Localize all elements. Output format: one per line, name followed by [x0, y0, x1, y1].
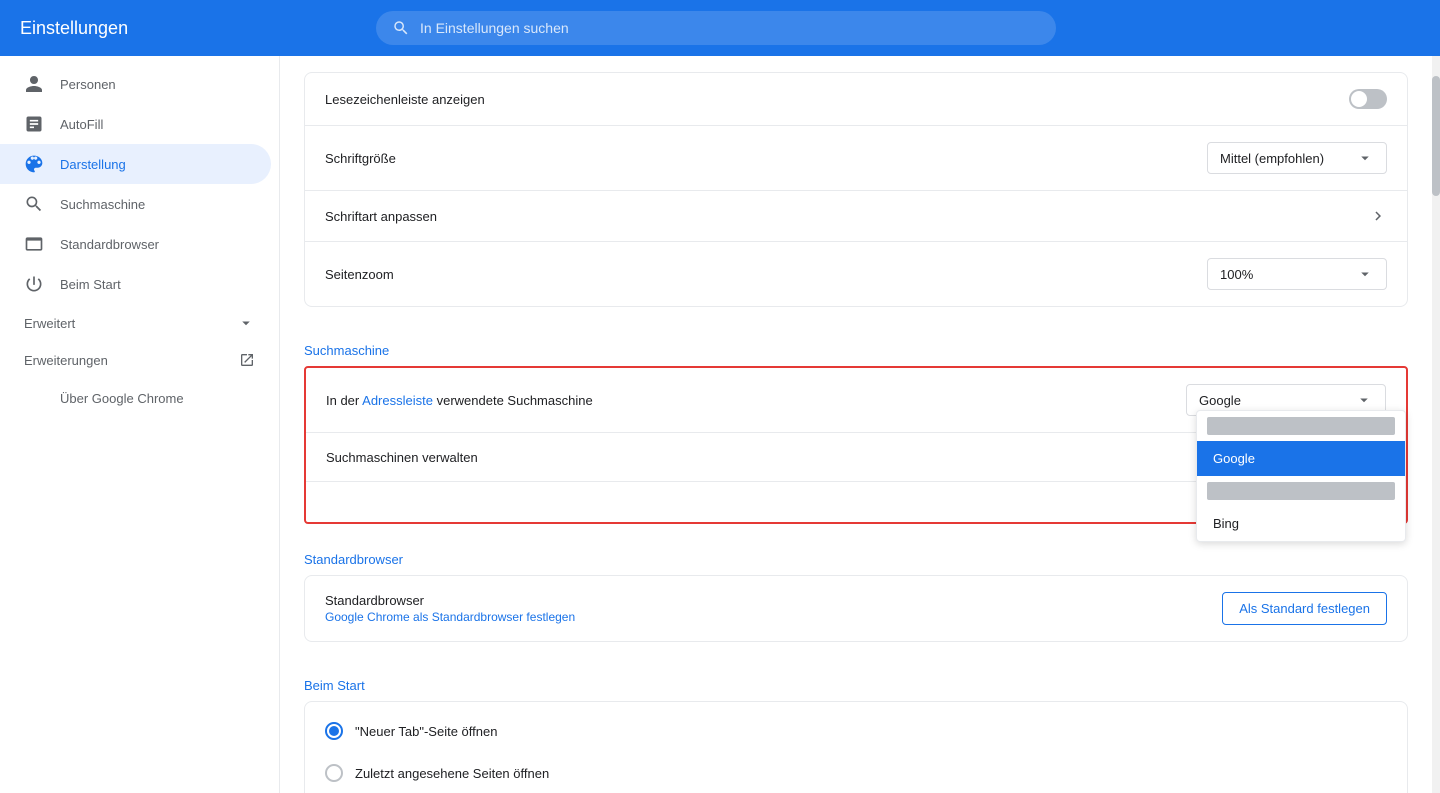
radio-neuer-tab[interactable]	[325, 722, 343, 740]
sidebar-label-beim-start: Beim Start	[60, 277, 121, 292]
seitenzoom-select[interactable]: 100%	[1207, 258, 1387, 290]
sidebar-label-uber: Über Google Chrome	[60, 391, 184, 406]
sidebar-item-erweiterungen[interactable]: Erweiterungen	[0, 342, 279, 378]
beim-start-card: "Neuer Tab"-Seite öffnen Zuletzt angeseh…	[304, 701, 1408, 793]
beim-start-option-1[interactable]: "Neuer Tab"-Seite öffnen	[305, 710, 1407, 752]
schriftart-label: Schriftart anpassen	[325, 209, 437, 224]
sidebar-label-personen: Personen	[60, 77, 116, 92]
search-icon	[392, 19, 410, 37]
suchmaschine-heading: Suchmaschine	[280, 323, 1432, 366]
radio-label-zuletzt: Zuletzt angesehene Seiten öffnen	[355, 766, 549, 781]
sidebar-item-personen[interactable]: Personen	[0, 64, 271, 104]
search-engine-box: In der Adressleiste verwendete Suchmasch…	[304, 366, 1408, 524]
radio-zuletzt[interactable]	[325, 764, 343, 782]
beim-start-option-2[interactable]: Zuletzt angesehene Seiten öffnen	[305, 752, 1407, 793]
sidebar-label-autofill: AutoFill	[60, 117, 103, 132]
dropdown-grey-item-1	[1207, 417, 1395, 435]
standard-title: Standardbrowser	[325, 593, 575, 608]
sidebar-label-erweiterungen: Erweiterungen	[24, 353, 108, 368]
seitenzoom-label: Seitenzoom	[325, 267, 394, 282]
standardbrowser-card: Standardbrowser Google Chrome als Standa…	[304, 575, 1408, 642]
lesezeichen-row: Lesezeichenleiste anzeigen	[305, 73, 1407, 126]
als-standard-button[interactable]: Als Standard festlegen	[1222, 592, 1387, 625]
radio-label-neuer-tab: "Neuer Tab"-Seite öffnen	[355, 724, 497, 739]
external-link-icon	[239, 352, 255, 368]
palette-icon	[24, 154, 44, 174]
chevron-right-icon	[1369, 207, 1387, 225]
person-icon	[24, 74, 44, 94]
verwalten-label: Suchmaschinen verwalten	[326, 450, 478, 465]
content-area: Lesezeichenleiste anzeigen Schriftgröße …	[280, 56, 1432, 793]
adressleiste-label: In der Adressleiste verwendete Suchmasch…	[326, 393, 593, 408]
sidebar-label-standardbrowser: Standardbrowser	[60, 237, 159, 252]
browser-icon	[24, 234, 44, 254]
sidebar-label-darstellung: Darstellung	[60, 157, 126, 172]
main-layout: Personen AutoFill Darstellung Suchmaschi…	[0, 56, 1440, 793]
schriftgroesse-select[interactable]: Mittel (empfohlen)	[1207, 142, 1387, 174]
autofill-icon	[24, 114, 44, 134]
suchmaschine-value: Google	[1199, 393, 1241, 408]
sidebar-item-standardbrowser[interactable]: Standardbrowser	[0, 224, 271, 264]
schriftgroesse-label: Schriftgröße	[325, 151, 396, 166]
chevron-down-icon	[1356, 149, 1374, 167]
dropdown-grey-item-2	[1207, 482, 1395, 500]
chevron-down-icon	[237, 314, 255, 332]
appearance-card: Lesezeichenleiste anzeigen Schriftgröße …	[304, 72, 1408, 307]
header: Einstellungen	[0, 0, 1440, 56]
adressleiste-link[interactable]: Adressleiste	[362, 393, 433, 408]
uber-icon	[24, 388, 44, 408]
schriftgroesse-row: Schriftgröße Mittel (empfohlen)	[305, 126, 1407, 191]
search-input[interactable]	[420, 20, 1040, 36]
lesezeichen-toggle[interactable]	[1349, 89, 1387, 109]
sidebar-item-darstellung[interactable]: Darstellung	[0, 144, 271, 184]
sidebar: Personen AutoFill Darstellung Suchmaschi…	[0, 56, 280, 793]
scrollbar-track[interactable]	[1432, 56, 1440, 793]
schriftgroesse-value: Mittel (empfohlen)	[1220, 151, 1324, 166]
sidebar-item-erweitert[interactable]: Erweitert	[0, 304, 279, 342]
beim-start-heading: Beim Start	[280, 658, 1432, 701]
lesezeichen-label: Lesezeichenleiste anzeigen	[325, 92, 485, 107]
sidebar-item-uber[interactable]: Über Google Chrome	[0, 378, 271, 418]
dropdown-item-bing[interactable]: Bing	[1197, 506, 1405, 541]
chevron-down-icon	[1355, 391, 1373, 409]
sidebar-item-autofill[interactable]: AutoFill	[0, 104, 271, 144]
seitenzoom-row: Seitenzoom 100%	[305, 242, 1407, 306]
search-engine-dropdown[interactable]: Google Bing	[1196, 410, 1406, 542]
dropdown-item-google[interactable]: Google	[1197, 441, 1405, 476]
sidebar-item-beim-start[interactable]: Beim Start	[0, 264, 271, 304]
chevron-down-icon	[1356, 265, 1374, 283]
search-bar[interactable]	[376, 11, 1056, 45]
search-side-icon	[24, 194, 44, 214]
standard-subtitle: Google Chrome als Standardbrowser festle…	[325, 610, 575, 624]
scrollbar-thumb[interactable]	[1432, 76, 1440, 196]
schriftart-row[interactable]: Schriftart anpassen	[305, 191, 1407, 242]
sidebar-label-suchmaschine: Suchmaschine	[60, 197, 145, 212]
standard-card-text: Standardbrowser Google Chrome als Standa…	[325, 593, 575, 624]
sidebar-item-suchmaschine[interactable]: Suchmaschine	[0, 184, 271, 224]
power-icon	[24, 274, 44, 294]
header-title: Einstellungen	[20, 18, 360, 39]
sidebar-label-erweitert: Erweitert	[24, 316, 75, 331]
seitenzoom-value: 100%	[1220, 267, 1253, 282]
